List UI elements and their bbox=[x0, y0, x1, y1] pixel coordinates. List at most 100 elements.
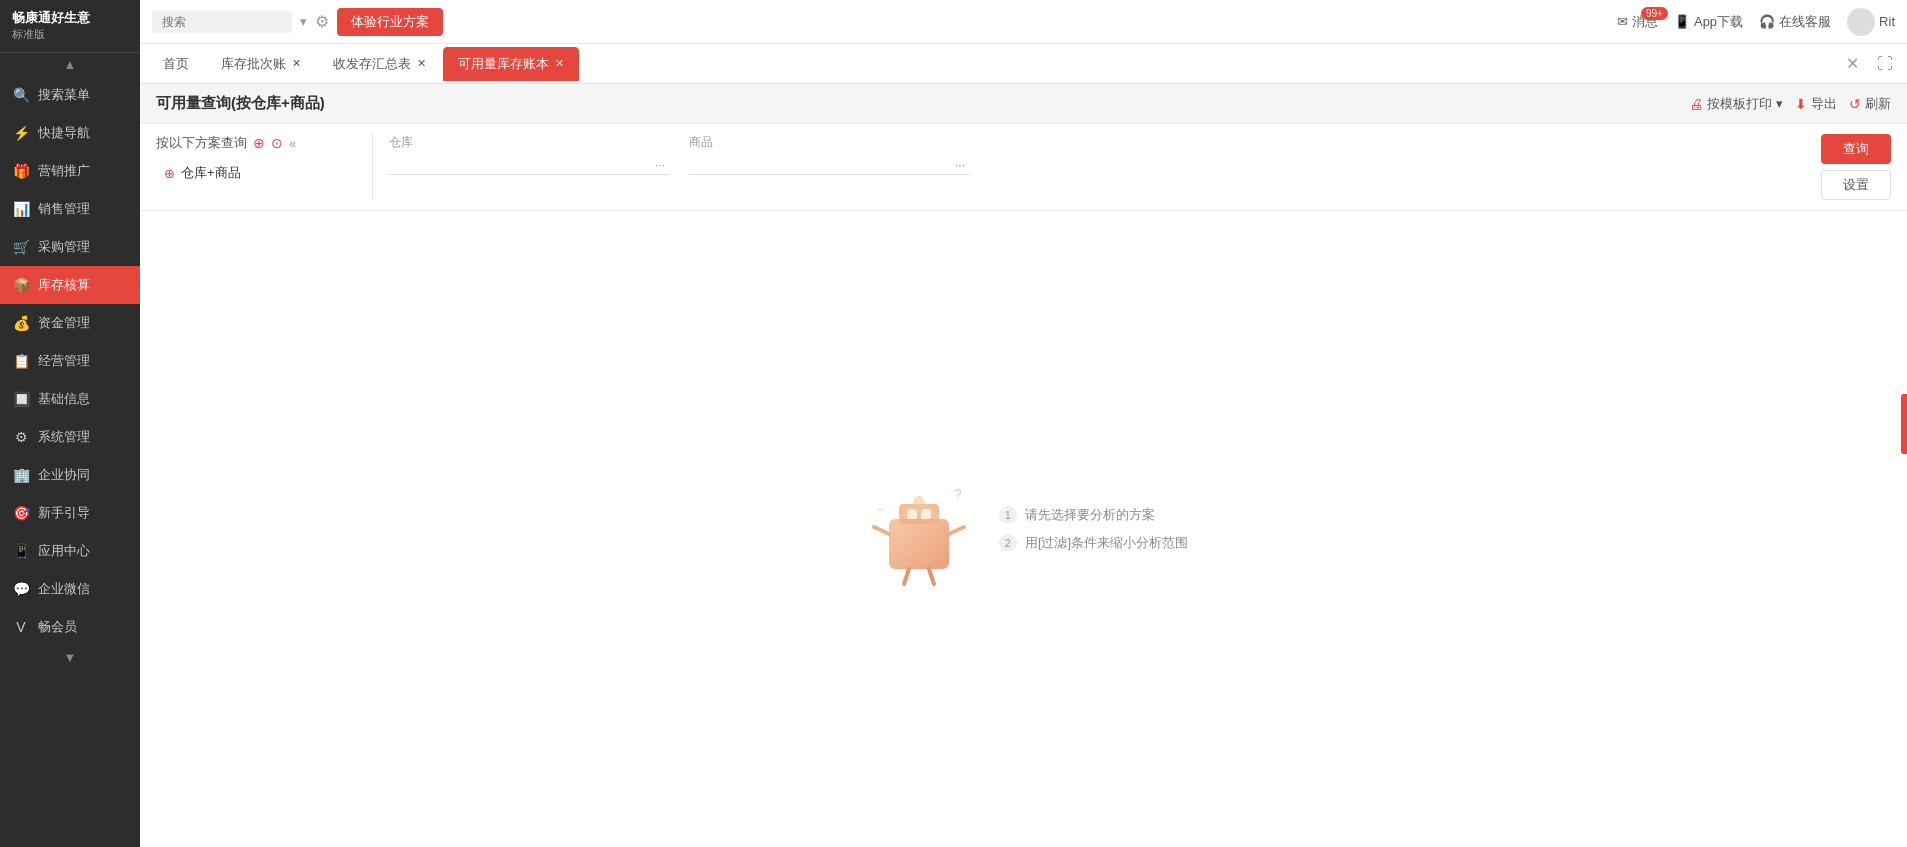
sidebar-item-label: 畅会员 bbox=[38, 618, 77, 636]
sidebar-item-finance[interactable]: 💰 资金管理 bbox=[0, 304, 140, 342]
tab-available[interactable]: 可用量库存账本 ✕ bbox=[443, 47, 579, 81]
app-title: 畅康通好生意 bbox=[12, 10, 128, 27]
sidebar-item-shortcut[interactable]: ⚡ 快捷导航 bbox=[0, 114, 140, 152]
tab-home[interactable]: 首页 bbox=[148, 47, 204, 81]
refresh-button[interactable]: ↺ 刷新 bbox=[1849, 95, 1891, 113]
tab-expand-button[interactable]: ⛶ bbox=[1871, 53, 1899, 75]
app-label: App下载 bbox=[1694, 13, 1743, 31]
page-title: 可用量查询(按仓库+商品) bbox=[156, 94, 325, 113]
avatar bbox=[1847, 8, 1875, 36]
sidebar-scroll-up[interactable]: ▲ bbox=[0, 53, 140, 76]
product-input[interactable] bbox=[693, 157, 949, 172]
sidebar-logo: 畅康通好生意 标准版 bbox=[0, 0, 140, 53]
industry-button[interactable]: 体验行业方案 bbox=[337, 8, 443, 36]
filter-actions: 查询 设置 bbox=[1821, 134, 1891, 200]
svg-text:~: ~ bbox=[877, 503, 884, 517]
svg-line-7 bbox=[949, 527, 964, 534]
chart-icon: 📊 bbox=[12, 201, 30, 217]
sidebar-item-newcomer[interactable]: 🎯 新手引导 bbox=[0, 494, 140, 532]
print-label: 按模板打印 bbox=[1707, 95, 1772, 113]
sidebar-item-wechat[interactable]: 💬 企业微信 bbox=[0, 570, 140, 608]
product-label: 商品 bbox=[689, 134, 969, 151]
sidebar-item-enterprise[interactable]: 🏢 企业协同 bbox=[0, 456, 140, 494]
sidebar-item-label: 销售管理 bbox=[38, 200, 90, 218]
online-service-button[interactable]: 🎧 在线客服 bbox=[1759, 13, 1831, 31]
hint-num-2: 2 bbox=[999, 534, 1017, 552]
add-scheme-icon[interactable]: ⊕ bbox=[253, 135, 265, 151]
refresh-label: 刷新 bbox=[1865, 95, 1891, 113]
page-actions: 🖨 按模板打印 ▾ ⬇ 导出 ↺ 刷新 bbox=[1689, 95, 1891, 113]
tab-summary-label: 收发存汇总表 bbox=[333, 55, 411, 73]
money-icon: 💰 bbox=[12, 315, 30, 331]
scheme-item-warehouse-product[interactable]: ⊕ 仓库+商品 bbox=[156, 160, 356, 186]
username: Rit bbox=[1879, 14, 1895, 29]
empty-hint-2: 2 用[过滤]条件来缩小分析范围 bbox=[999, 534, 1188, 552]
scheme-item-label: 仓库+商品 bbox=[181, 164, 241, 182]
sidebar-item-label: 搜索菜单 bbox=[38, 86, 90, 104]
warehouse-input-wrapper: ··· bbox=[389, 155, 669, 175]
export-button[interactable]: ⬇ 导出 bbox=[1795, 95, 1837, 113]
filter-settings-button[interactable]: 设置 bbox=[1821, 170, 1891, 200]
warehouse-input[interactable] bbox=[393, 157, 649, 172]
sidebar-item-member[interactable]: V 畅会员 bbox=[0, 608, 140, 646]
sidebar-item-inventory[interactable]: 📦 库存核算 bbox=[0, 266, 140, 304]
tab-batch-close[interactable]: ✕ bbox=[292, 57, 301, 70]
sidebar-item-label: 企业微信 bbox=[38, 580, 90, 598]
sidebar-item-label: 采购管理 bbox=[38, 238, 90, 256]
page-header: 可用量查询(按仓库+商品) 🖨 按模板打印 ▾ ⬇ 导出 ↺ 刷新 bbox=[140, 84, 1907, 124]
filter-scheme-panel: 按以下方案查询 ⊕ ⊙ « ⊕ 仓库+商品 bbox=[156, 134, 356, 186]
warehouse-label: 仓库 bbox=[389, 134, 669, 151]
user-menu[interactable]: Rit bbox=[1847, 8, 1895, 36]
product-more-icon[interactable]: ··· bbox=[955, 158, 965, 172]
print-button[interactable]: 🖨 按模板打印 ▾ bbox=[1689, 95, 1783, 113]
filter-area: 按以下方案查询 ⊕ ⊙ « ⊕ 仓库+商品 仓库 ··· 商品 bbox=[140, 124, 1907, 211]
filter-divider bbox=[372, 134, 373, 200]
message-icon: ✉ bbox=[1617, 14, 1628, 29]
sidebar-scroll-down[interactable]: ▼ bbox=[0, 646, 140, 669]
topbar: ▾ ⚙ 体验行业方案 ✉ 消息 99+ 📱 App下载 🎧 在线客服 Rit bbox=[140, 0, 1907, 44]
product-input-wrapper: ··· bbox=[689, 155, 969, 175]
sidebar: 畅康通好生意 标准版 ▲ 🔍 搜索菜单 ⚡ 快捷导航 🎁 营销推广 📊 销售管理… bbox=[0, 0, 140, 847]
tabs-controls: ✕ ⛶ bbox=[1840, 52, 1899, 75]
settings-icon[interactable]: ⚙ bbox=[315, 12, 329, 31]
sidebar-item-apps[interactable]: 📱 应用中心 bbox=[0, 532, 140, 570]
app-subtitle: 标准版 bbox=[12, 27, 128, 42]
sidebar-item-label: 资金管理 bbox=[38, 314, 90, 332]
sidebar-item-operations[interactable]: 📋 经营管理 bbox=[0, 342, 140, 380]
message-button[interactable]: ✉ 消息 99+ bbox=[1617, 13, 1658, 31]
empty-state: ? ~ 1 请先选择要分析的方案 2 用[过滤]条件来缩小分析范围 bbox=[859, 469, 1188, 589]
phone-icon: 📱 bbox=[12, 543, 30, 559]
sidebar-item-purchase[interactable]: 🛒 采购管理 bbox=[0, 228, 140, 266]
warehouse-more-icon[interactable]: ··· bbox=[655, 158, 665, 172]
app-download-button[interactable]: 📱 App下载 bbox=[1674, 13, 1743, 31]
scheme-item-icon: ⊕ bbox=[164, 166, 175, 181]
chat-icon: 💬 bbox=[12, 581, 30, 597]
cart-icon: 🛒 bbox=[12, 239, 30, 255]
tab-close-all-button[interactable]: ✕ bbox=[1840, 52, 1865, 75]
sidebar-item-marketing[interactable]: 🎁 营销推广 bbox=[0, 152, 140, 190]
query-button[interactable]: 查询 bbox=[1821, 134, 1891, 164]
sidebar-item-label: 库存核算 bbox=[38, 276, 90, 294]
sidebar-item-basics[interactable]: 🔲 基础信息 bbox=[0, 380, 140, 418]
empty-hint-1: 1 请先选择要分析的方案 bbox=[999, 506, 1188, 524]
tabs-bar: 首页 库存批次账 ✕ 收发存汇总表 ✕ 可用量库存账本 ✕ ✕ ⛶ bbox=[140, 44, 1907, 84]
dropdown-icon[interactable]: ▾ bbox=[300, 14, 307, 29]
gift-icon: 🎁 bbox=[12, 163, 30, 179]
right-scroll-indicator bbox=[1901, 394, 1907, 454]
svg-rect-3 bbox=[921, 509, 931, 519]
tab-batch[interactable]: 库存批次账 ✕ bbox=[206, 47, 316, 81]
sidebar-item-search[interactable]: 🔍 搜索菜单 bbox=[0, 76, 140, 114]
collapse-scheme-icon[interactable]: « bbox=[289, 136, 296, 151]
empty-hints: 1 请先选择要分析的方案 2 用[过滤]条件来缩小分析范围 bbox=[999, 506, 1188, 552]
content-area: ? ~ 1 请先选择要分析的方案 2 用[过滤]条件来缩小分析范围 bbox=[140, 211, 1907, 847]
building-icon: 🏢 bbox=[12, 467, 30, 483]
search-input[interactable] bbox=[152, 11, 292, 33]
svg-rect-2 bbox=[907, 509, 917, 519]
box-icon: 📦 bbox=[12, 277, 30, 293]
tab-available-close[interactable]: ✕ bbox=[555, 57, 564, 70]
sidebar-item-sales[interactable]: 📊 销售管理 bbox=[0, 190, 140, 228]
settings-scheme-icon[interactable]: ⊙ bbox=[271, 135, 283, 151]
tab-summary[interactable]: 收发存汇总表 ✕ bbox=[318, 47, 441, 81]
tab-summary-close[interactable]: ✕ bbox=[417, 57, 426, 70]
sidebar-item-system[interactable]: ⚙ 系统管理 bbox=[0, 418, 140, 456]
